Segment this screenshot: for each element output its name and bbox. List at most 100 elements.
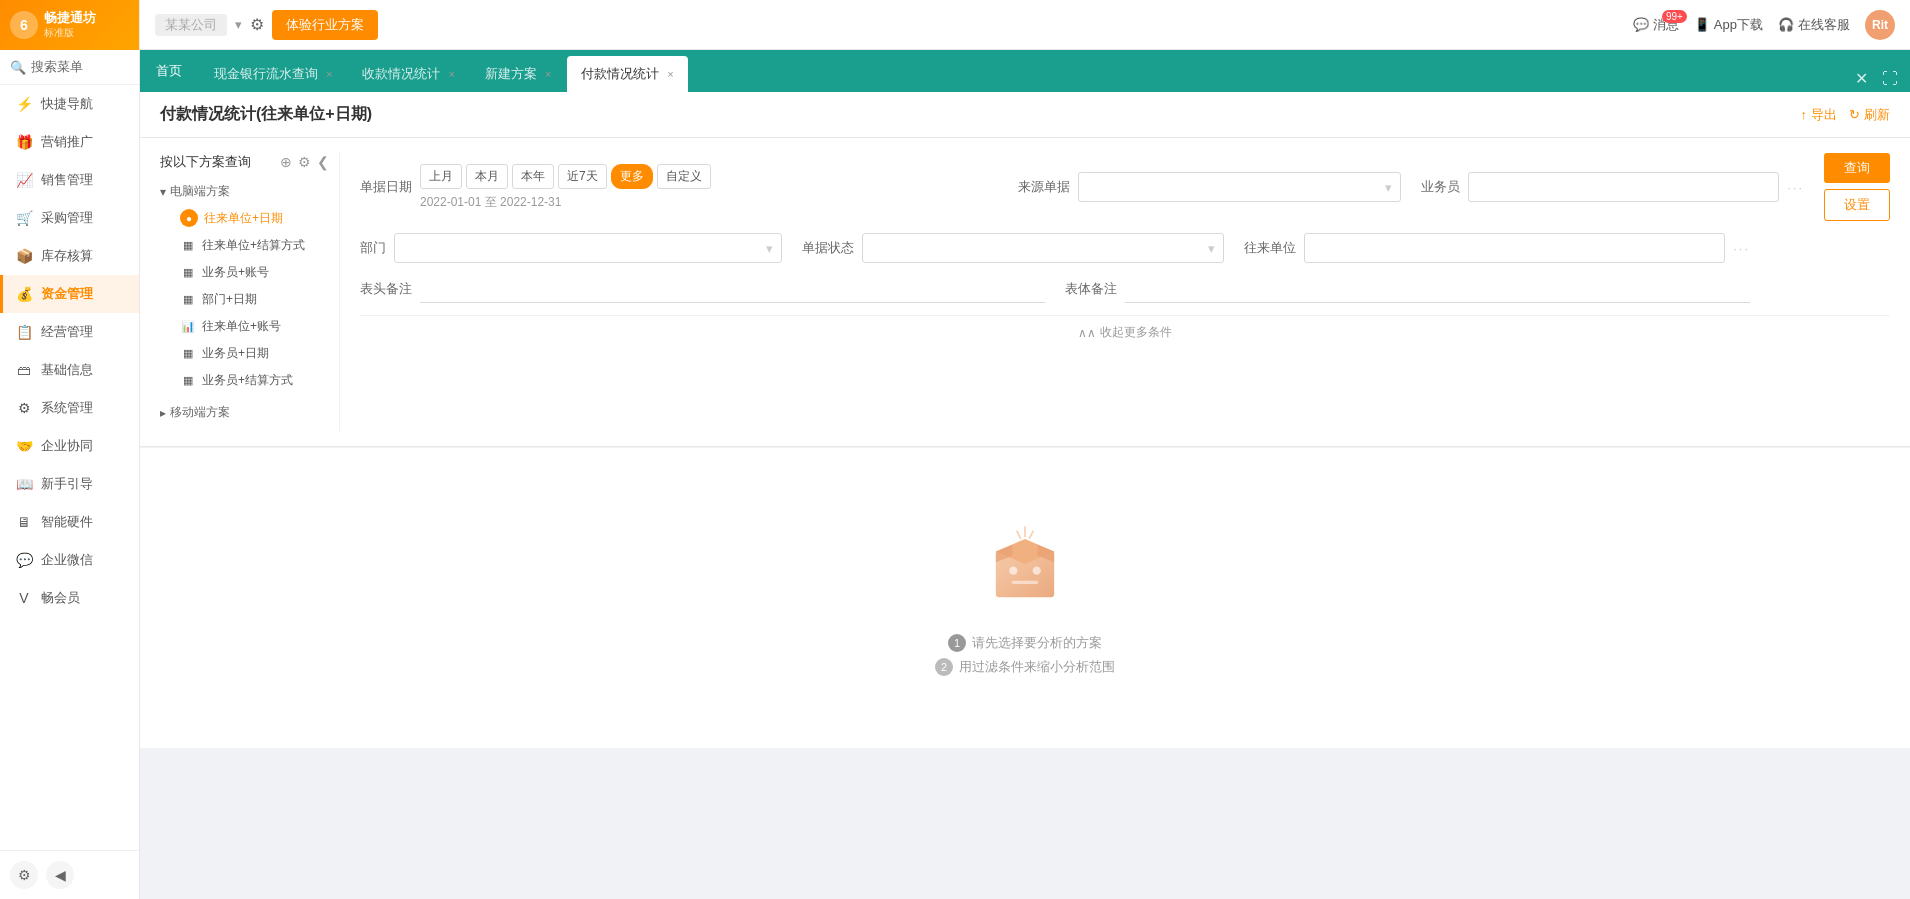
scheme-sidebar-header: 按以下方案查询 ⊕ ⚙ ❮	[160, 153, 329, 171]
sidebar-item-label: 销售管理	[41, 171, 93, 189]
operation-icon: 📋	[15, 323, 33, 341]
counterpart-field: 往来单位 ···	[1244, 233, 1750, 263]
sidebar-item-finance[interactable]: 💰 资金管理	[0, 275, 139, 313]
tab-new-scheme[interactable]: 新建方案 ×	[471, 56, 565, 92]
header-note-input[interactable]	[420, 275, 1045, 303]
counterpart-more-btn[interactable]: ···	[1733, 241, 1750, 256]
sidebar-item-operation[interactable]: 📋 经营管理	[0, 313, 139, 351]
wechat-icon: 💬	[15, 551, 33, 569]
collapse-sidebar-btn[interactable]: ◀	[46, 861, 74, 889]
staff-more-btn[interactable]: ···	[1787, 180, 1804, 195]
user-avatar[interactable]: Rit	[1865, 10, 1895, 40]
last-7-btn[interactable]: 近7天	[558, 164, 607, 189]
query-btn[interactable]: 查询	[1824, 153, 1890, 183]
date-range-display: 2022-01-01 至 2022-12-31	[420, 194, 711, 211]
body-note-input[interactable]	[1125, 275, 1750, 303]
online-service-btn[interactable]: 🎧 在线客服	[1778, 16, 1850, 34]
tab-bank[interactable]: 现金银行流水查询 ×	[200, 56, 346, 92]
close-all-tabs-btn[interactable]: ✕	[1851, 65, 1872, 92]
more-btn[interactable]: 更多	[611, 164, 653, 189]
tab-payment[interactable]: 付款情况统计 ×	[567, 56, 687, 92]
sidebar-item-purchase[interactable]: 🛒 采购管理	[0, 199, 139, 237]
topbar: 某某公司 ▾ ⚙ 体验行业方案 💬 消息 99+ 📱 App下载 🎧 在线客服 …	[140, 0, 1910, 50]
sidebar-item-label: 资金管理	[41, 285, 93, 303]
this-month-btn[interactable]: 本月	[466, 164, 508, 189]
scheme-item-s5[interactable]: 📊 往来单位+账号	[160, 313, 329, 340]
this-year-btn[interactable]: 本年	[512, 164, 554, 189]
sidebar-item-marketing[interactable]: 🎁 营销推广	[0, 123, 139, 161]
export-btn[interactable]: ↑ 导出	[1801, 106, 1838, 124]
refresh-icon: ↻	[1849, 107, 1860, 122]
message-btn[interactable]: 💬 消息 99+	[1633, 16, 1679, 34]
desktop-group-header[interactable]: ▾ 电脑端方案	[160, 179, 329, 204]
add-scheme-btn[interactable]: ⊕	[280, 154, 292, 170]
scheme-grid-icon: ▦	[180, 292, 196, 308]
refresh-btn[interactable]: ↻ 刷新	[1849, 106, 1890, 124]
sidebar-item-wechat[interactable]: 💬 企业微信	[0, 541, 139, 579]
logo-text-block: 畅捷通坊 标准版	[44, 10, 96, 40]
custom-btn[interactable]: 自定义	[657, 164, 711, 189]
trial-btn[interactable]: 体验行业方案	[272, 10, 378, 40]
sidebar-item-label: 基础信息	[41, 361, 93, 379]
sidebar-item-label: 畅会员	[41, 589, 80, 607]
last-month-btn[interactable]: 上月	[420, 164, 462, 189]
sidebar-item-member[interactable]: V 畅会员	[0, 579, 139, 617]
tab-receivable[interactable]: 收款情况统计 ×	[348, 56, 468, 92]
export-label: 导出	[1811, 106, 1837, 124]
sidebar-item-system[interactable]: ⚙ 系统管理	[0, 389, 139, 427]
filter-scheme-sidebar: 按以下方案查询 ⊕ ⚙ ❮ ▾ 电脑端方案	[160, 153, 340, 431]
company-dropdown-icon[interactable]: ▾	[235, 17, 242, 32]
sidebar-item-guide[interactable]: 📖 新手引导	[0, 465, 139, 503]
dept-select[interactable]: ▾	[394, 233, 782, 263]
sidebar-item-hardware[interactable]: 🖥 智能硬件	[0, 503, 139, 541]
scheme-item-s1[interactable]: ● 往来单位+日期	[160, 204, 329, 232]
refresh-label: 刷新	[1864, 106, 1890, 124]
enterprise-icon: 🤝	[15, 437, 33, 455]
source-select[interactable]: ▾	[1078, 172, 1401, 202]
sidebar-item-quick-nav[interactable]: ⚡ 快捷导航	[0, 85, 139, 123]
voucher-status-select[interactable]: ▾	[862, 233, 1224, 263]
mobile-expand-icon: ▸	[160, 406, 166, 420]
date-buttons: 上月 本月 本年 近7天 更多 自定义	[420, 164, 711, 189]
scheme-item-s3[interactable]: ▦ 业务员+账号	[160, 259, 329, 286]
finance-icon: 💰	[15, 285, 33, 303]
tab-bank-label: 现金银行流水查询	[214, 65, 318, 83]
collapse-scheme-btn[interactable]: ❮	[317, 154, 329, 170]
scheme-sidebar-label: 按以下方案查询	[160, 153, 251, 171]
scheme-item-s2[interactable]: ▦ 往来单位+结算方式	[160, 232, 329, 259]
settings-btn[interactable]: 设置	[1824, 189, 1890, 221]
sidebar-item-label: 库存核算	[41, 247, 93, 265]
search-menu[interactable]: 🔍 搜索菜单	[0, 50, 139, 85]
scheme-item-s6[interactable]: ▦ 业务员+日期	[160, 340, 329, 367]
settings-footer-btn[interactable]: ⚙	[10, 861, 38, 889]
mobile-group-header[interactable]: ▸ 移动端方案	[160, 400, 329, 425]
scheme-item-s7[interactable]: ▦ 业务员+结算方式	[160, 367, 329, 394]
logo-sub: 标准版	[44, 26, 96, 40]
sidebar-header: 6 畅捷通坊 标准版	[0, 0, 139, 50]
gear-icon[interactable]: ⚙	[250, 15, 264, 34]
tab-bank-close[interactable]: ×	[326, 68, 332, 80]
marketing-icon: 🎁	[15, 133, 33, 151]
sidebar-nav: ⚡ 快捷导航 🎁 营销推广 📈 销售管理 🛒 采购管理 📦 库存核算 💰 资金管…	[0, 85, 139, 850]
scheme-item-label: 往来单位+结算方式	[202, 237, 305, 254]
svg-line-9	[1029, 531, 1033, 539]
collapse-filter-btn[interactable]: ∧∧ 收起更多条件	[360, 315, 1890, 349]
service-icon: 🎧	[1778, 17, 1794, 32]
fullscreen-btn[interactable]: ⛶	[1878, 66, 1902, 92]
sidebar-item-enterprise[interactable]: 🤝 企业协同	[0, 427, 139, 465]
settings-scheme-btn[interactable]: ⚙	[298, 154, 311, 170]
sidebar-item-label: 系统管理	[41, 399, 93, 417]
counterpart-select[interactable]	[1304, 233, 1725, 263]
tab-receivable-close[interactable]: ×	[448, 68, 454, 80]
scheme-item-s4[interactable]: ▦ 部门+日期	[160, 286, 329, 313]
sidebar-item-basic[interactable]: 🗃 基础信息	[0, 351, 139, 389]
app-download-btn[interactable]: 📱 App下载	[1694, 16, 1763, 34]
tab-home[interactable]: 首页	[140, 50, 198, 92]
dept-field: 部门 ▾	[360, 233, 782, 263]
sidebar-item-sales[interactable]: 📈 销售管理	[0, 161, 139, 199]
staff-select[interactable]	[1468, 172, 1779, 202]
sidebar-item-inventory[interactable]: 📦 库存核算	[0, 237, 139, 275]
tab-new-scheme-close[interactable]: ×	[545, 68, 551, 80]
tab-payment-close[interactable]: ×	[667, 68, 673, 80]
sidebar-item-label: 快捷导航	[41, 95, 93, 113]
